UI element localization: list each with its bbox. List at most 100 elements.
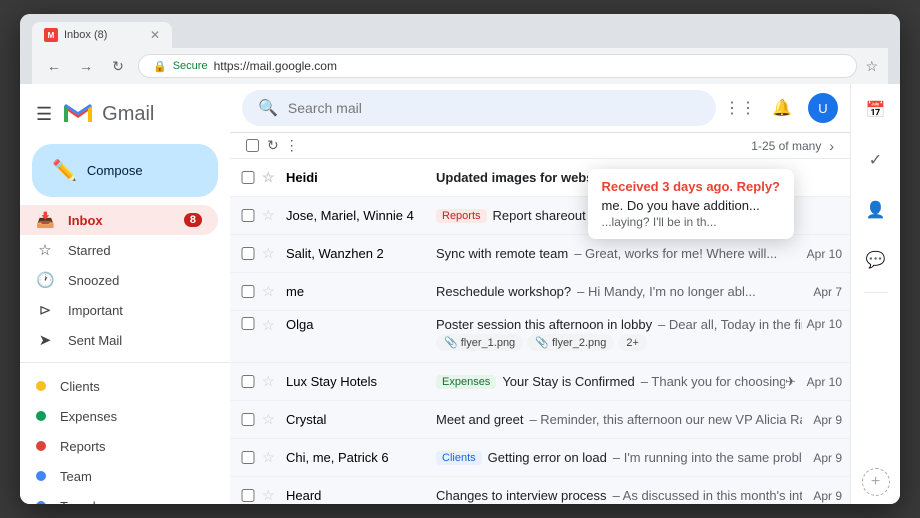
address-bar[interactable]: 🔒 Secure https://mail.google.com	[138, 54, 857, 78]
search-bar[interactable]: 🔍 Search mail	[242, 90, 716, 126]
email-date: Apr 9	[802, 413, 842, 427]
row-checkbox[interactable]	[238, 209, 258, 222]
row-checkbox[interactable]	[238, 171, 258, 184]
email-row[interactable]: ☆ Heard Changes to interview process – A…	[230, 477, 850, 504]
sender-name: Lux Stay Hotels	[286, 374, 436, 389]
sidebar-item-inbox[interactable]: 📥 Inbox 8	[20, 205, 218, 235]
star-icon[interactable]: ☆	[262, 169, 282, 186]
email-meta: Apr 9	[802, 451, 842, 465]
sender-name: me	[286, 284, 436, 299]
active-tab[interactable]: M Inbox (8) ✕	[32, 22, 172, 48]
email-row[interactable]: ☆ Salit, Wanzhen 2 Sync with remote team…	[230, 235, 850, 273]
tab-favicon: M	[44, 28, 58, 42]
email-subject: Getting error on load	[488, 450, 607, 465]
email-date: Apr 10	[802, 247, 842, 261]
star-icon[interactable]: ☆	[262, 449, 282, 466]
star-icon[interactable]: ☆	[262, 487, 282, 504]
email-list: Received 3 days ago. Reply? me. Do you h…	[230, 159, 850, 504]
notifications-button[interactable]: 🔔	[766, 92, 798, 124]
email-row[interactable]: ☆ Lux Stay Hotels Expenses Your Stay is …	[230, 363, 850, 401]
row-checkbox[interactable]	[238, 375, 258, 388]
email-meta: Apr 7	[802, 285, 842, 299]
reports-tag: Reports	[436, 209, 487, 223]
email-row[interactable]: ☆ Olga Poster session this afternoon in …	[230, 311, 850, 363]
sidebar-item-sent[interactable]: ➤ Sent Mail	[20, 325, 218, 355]
row-checkbox[interactable]	[238, 285, 258, 298]
email-content: Reports Report shareout – Thanks, Jose, …	[436, 208, 802, 223]
row-checkbox[interactable]	[238, 489, 258, 502]
compose-button[interactable]: ✏️ Compose	[32, 144, 218, 197]
sender-name: Olga	[286, 317, 436, 332]
email-row[interactable]: ☆ Crystal Meet and greet – Reminder, thi…	[230, 401, 850, 439]
gmail-header: ☰ Gmail	[20, 92, 230, 140]
expenses-tag: Expenses	[436, 375, 496, 389]
refresh-icon[interactable]: ↻	[267, 137, 279, 154]
email-row[interactable]: ☆ me Reschedule workshop? – Hi Mandy, I'…	[230, 273, 850, 311]
refresh-button[interactable]: ↻	[106, 54, 130, 78]
inbox-icon: 📥	[36, 211, 54, 229]
more-options-icon[interactable]: ⋮	[285, 137, 299, 154]
calendar-panel-button[interactable]: 📅	[858, 92, 894, 128]
star-icon[interactable]: ☆	[262, 373, 282, 390]
important-label: Important	[68, 303, 202, 318]
email-subject: Meet and greet	[436, 412, 523, 427]
row-checkbox[interactable]	[238, 317, 258, 330]
row-checkbox[interactable]	[238, 247, 258, 260]
forward-button[interactable]: →	[74, 54, 98, 78]
sidebar-item-reports[interactable]: Reports	[20, 431, 218, 461]
email-panel: 🔍 Search mail ⋮⋮ 🔔 U ↻ ⋮ 1-25 of many ›	[230, 84, 850, 504]
team-dot	[36, 471, 46, 481]
email-row[interactable]: ☆ Jose, Mariel, Winnie 4 Reports Report …	[230, 197, 850, 235]
email-subject: Sync with remote team	[436, 246, 568, 261]
email-content: Poster session this afternoon in lobby –…	[436, 317, 802, 332]
star-icon[interactable]: ☆	[262, 283, 282, 300]
tasks-panel-button[interactable]: ✓	[858, 142, 894, 178]
inbox-badge: 8	[184, 213, 202, 227]
starred-icon: ☆	[36, 241, 54, 259]
email-content: Updated images for website – Hi! Could y…	[436, 170, 802, 185]
secure-label: Secure	[173, 60, 208, 72]
browser-toolbar: ← → ↻ 🔒 Secure https://mail.google.com ☆	[32, 48, 888, 84]
sidebar-item-team[interactable]: Team	[20, 461, 218, 491]
reports-dot	[36, 441, 46, 451]
tab-close-button[interactable]: ✕	[150, 28, 160, 42]
sidebar-item-important[interactable]: ⊳ Important	[20, 295, 218, 325]
url-display: https://mail.google.com	[214, 59, 337, 73]
email-row[interactable]: ☆ Chi, me, Patrick 6 Clients Getting err…	[230, 439, 850, 477]
row-checkbox[interactable]	[238, 451, 258, 464]
sidebar-item-clients[interactable]: Clients	[20, 371, 218, 401]
email-content: Changes to interview process – As discus…	[436, 488, 802, 503]
reports-label: Reports	[60, 439, 202, 454]
sender-name: Salit, Wanzhen 2	[286, 246, 436, 261]
bookmark-button[interactable]: ☆	[865, 58, 878, 75]
email-subject: Changes to interview process	[436, 488, 607, 503]
email-snippet: – Thank you for choosing us for your bus…	[641, 374, 785, 389]
chat-panel-button[interactable]: 💬	[858, 242, 894, 278]
star-icon[interactable]: ☆	[262, 411, 282, 428]
email-meta: ✈ Apr 10	[785, 374, 842, 390]
email-snippet: – Thanks, Jose, this looks g...	[592, 208, 763, 223]
row-checkbox[interactable]	[238, 413, 258, 426]
email-snippet: – Hi! Could you help me...	[615, 170, 765, 185]
avatar[interactable]: U	[808, 93, 838, 123]
star-icon[interactable]: ☆	[262, 245, 282, 262]
select-all-checkbox[interactable]	[246, 139, 259, 152]
email-row[interactable]: ☆ Heidi Updated images for website – Hi!…	[230, 159, 850, 197]
email-snippet: – I'm running into the same problem. Res…	[613, 450, 802, 465]
hamburger-menu-button[interactable]: ☰	[36, 104, 52, 125]
sidebar-item-expenses[interactable]: Expenses	[20, 401, 218, 431]
email-content: Reschedule workshop? – Hi Mandy, I'm no …	[436, 284, 802, 299]
star-icon[interactable]: ☆	[262, 317, 282, 334]
add-panel-button[interactable]: +	[862, 468, 890, 496]
inbox-label: Inbox	[68, 213, 170, 228]
next-page-button[interactable]: ›	[829, 138, 834, 154]
snoozed-icon: 🕐	[36, 271, 54, 289]
sidebar-item-starred[interactable]: ☆ Starred	[20, 235, 218, 265]
apps-button[interactable]: ⋮⋮	[724, 92, 756, 124]
star-icon[interactable]: ☆	[262, 207, 282, 224]
contacts-panel-button[interactable]: 👤	[858, 192, 894, 228]
panel-divider	[864, 292, 888, 293]
sidebar-item-snoozed[interactable]: 🕐 Snoozed	[20, 265, 218, 295]
sidebar-item-travel[interactable]: Travel	[20, 491, 218, 504]
back-button[interactable]: ←	[42, 54, 66, 78]
